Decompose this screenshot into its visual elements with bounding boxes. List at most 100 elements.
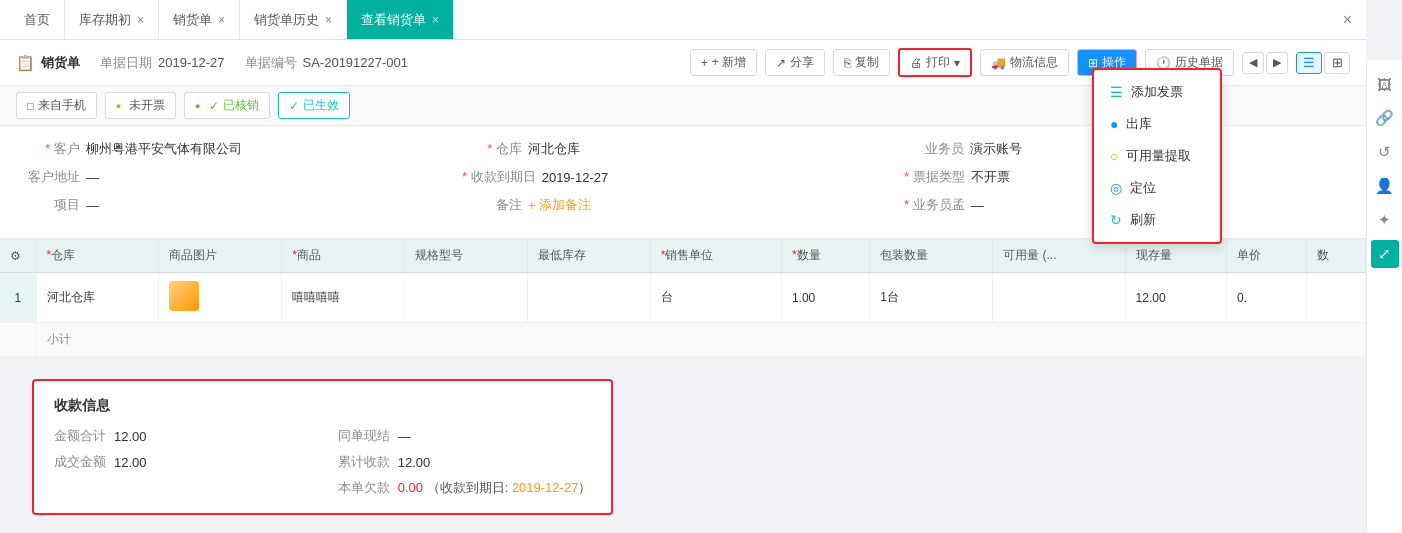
project-value: — <box>86 198 99 213</box>
payment-date-field: 收款到期日 2019-12-27 <box>462 168 904 186</box>
table-container: ⚙ *仓库 商品图片 *商品 规格型号 最低库存 *销售单位 *数量 包装数量 … <box>0 239 1366 357</box>
table-row: 1 河北仓库 嘻嘻嘻嘻 台 1.00 1台 12.00 0. <box>0 273 1366 323</box>
expand-sidebar-icon[interactable]: ⤢ <box>1371 240 1399 268</box>
close-view-sales[interactable]: × <box>432 13 439 27</box>
grid-view-btn[interactable]: ⊞ <box>1324 52 1350 74</box>
user-sidebar-icon[interactable]: 👤 <box>1371 172 1399 200</box>
note-field: 备注 + 添加备注 <box>462 196 904 214</box>
subtotal-row: 小计 <box>0 323 1366 357</box>
doc-number-meta: 单据编号 SA-20191227-001 <box>245 54 409 72</box>
available-qty-item[interactable]: ○ 可用量提取 <box>1094 140 1220 172</box>
row-unit: 台 <box>650 273 781 323</box>
new-icon: + <box>701 56 708 70</box>
cumulative-value: 12.00 <box>398 455 431 470</box>
mobile-icon: □ <box>27 100 34 112</box>
row-product: 嘻嘻嘻嘻 <box>282 273 405 323</box>
th-pack-qty: 包装数量 <box>870 239 993 273</box>
mobile-btn[interactable]: □ 来自手机 <box>16 92 97 119</box>
row-available <box>993 273 1125 323</box>
tab-inventory-init[interactable]: 库存期初 × <box>65 0 159 39</box>
copy-button[interactable]: ⎘ 复制 <box>833 49 890 76</box>
operation-dropdown: ☰ 添加发票 ● 出库 ○ 可用量提取 ◎ 定位 ↻ 刷新 <box>1092 68 1222 244</box>
tab-sales-order[interactable]: 销货单 × <box>159 0 240 39</box>
add-invoice-item[interactable]: ☰ 添加发票 <box>1094 76 1220 108</box>
add-invoice-icon: ☰ <box>1110 84 1123 100</box>
th-min-stock: 最低库存 <box>527 239 650 273</box>
tab-view-sales[interactable]: 查看销货单 × <box>347 0 454 39</box>
total-value: 12.00 <box>114 429 147 444</box>
payment-title: 收款信息 <box>54 397 591 415</box>
same-order-value: — <box>398 429 411 444</box>
transaction-value: 12.00 <box>114 455 147 470</box>
row-image <box>159 273 282 323</box>
tab-sales-history[interactable]: 销货单历史 × <box>240 0 347 39</box>
row-more <box>1307 273 1366 323</box>
effective-btn[interactable]: ✓ 已生效 <box>278 92 350 119</box>
th-settings: ⚙ <box>0 239 36 273</box>
close-inventory-init[interactable]: × <box>137 13 144 27</box>
unopened-btn[interactable]: 未开票 <box>105 92 176 119</box>
salesperson-label: 业务员孟 <box>904 196 965 214</box>
logistics-icon: 🚚 <box>991 56 1006 70</box>
locate-item[interactable]: ◎ 定位 <box>1094 172 1220 204</box>
project-field: 项目 — <box>20 196 462 214</box>
add-invoice-label: 添加发票 <box>1131 83 1183 101</box>
locate-label: 定位 <box>1130 179 1156 197</box>
row-warehouse: 河北仓库 <box>36 273 159 323</box>
effective-icon: ✓ <box>289 99 299 113</box>
link-sidebar-icon[interactable]: 🔗 <box>1371 104 1399 132</box>
th-model: 规格型号 <box>405 239 528 273</box>
cumulative-label: 累计收款 <box>338 453 390 471</box>
tab-home[interactable]: 首页 <box>10 0 65 39</box>
th-stock: 现存量 <box>1125 239 1226 273</box>
add-note-icon: + <box>528 198 536 213</box>
row-quantity: 1.00 <box>781 273 869 323</box>
close-sales-order[interactable]: × <box>218 13 225 27</box>
invoice-value: 不开票 <box>971 168 1010 186</box>
window-close-btn[interactable]: × <box>1343 11 1352 29</box>
project-label: 项目 <box>20 196 80 214</box>
table-header-row: ⚙ *仓库 商品图片 *商品 规格型号 最低库存 *销售单位 *数量 包装数量 … <box>0 239 1366 273</box>
available-qty-label: 可用量提取 <box>1126 147 1191 165</box>
locate-icon: ◎ <box>1110 180 1122 196</box>
refresh-item[interactable]: ↻ 刷新 <box>1094 204 1220 236</box>
th-quantity: *数量 <box>781 239 869 273</box>
list-view-btn[interactable]: ☰ <box>1296 52 1322 74</box>
share-icon: ↗ <box>776 56 786 70</box>
salesperson-value: — <box>971 198 984 213</box>
prev-arrow[interactable]: ◀ <box>1242 52 1264 74</box>
nav-arrows: ◀ ▶ <box>1242 52 1288 74</box>
sales-table: ⚙ *仓库 商品图片 *商品 规格型号 最低库存 *销售单位 *数量 包装数量 … <box>0 239 1366 357</box>
th-unit-price: 单价 <box>1227 239 1307 273</box>
view-toggle: ☰ ⊞ <box>1296 52 1350 74</box>
new-button[interactable]: + + 新增 <box>690 49 757 76</box>
product-image <box>169 281 199 311</box>
doc-date-label: 单据日期 <box>100 54 152 72</box>
refresh-label: 刷新 <box>1130 211 1156 229</box>
total-label: 金额合计 <box>54 427 106 445</box>
invoice-label: 票据类型 <box>904 168 965 186</box>
logistics-button[interactable]: 🚚 物流信息 <box>980 49 1069 76</box>
th-more: 数 <box>1307 239 1366 273</box>
tab-bar: 首页 库存期初 × 销货单 × 销货单历史 × 查看销货单 × × <box>0 0 1366 40</box>
same-order-label: 同单现结 <box>338 427 390 445</box>
address-field: 客户地址 — <box>20 168 462 186</box>
row-model <box>405 273 528 323</box>
due-date-text: （收款到期日: 2019-12-27） <box>427 480 592 495</box>
warehouse-field: 仓库 河北仓库 <box>462 140 904 158</box>
next-arrow[interactable]: ▶ <box>1266 52 1288 74</box>
share-button[interactable]: ↗ 分享 <box>765 49 825 76</box>
confirm-btn[interactable]: ✓ 已核销 <box>184 92 269 119</box>
row-min-stock <box>527 273 650 323</box>
doc-date-value: 2019-12-27 <box>158 55 225 70</box>
subtotal-label: 小计 <box>36 323 1366 357</box>
add-note-btn[interactable]: + 添加备注 <box>528 196 591 214</box>
image-sidebar-icon[interactable]: 🖼 <box>1371 70 1399 98</box>
doc-type-icon: 📋 <box>16 54 35 72</box>
close-sales-history[interactable]: × <box>325 13 332 27</box>
out-warehouse-item[interactable]: ● 出库 <box>1094 108 1220 140</box>
outstanding-label: 本单欠款 <box>338 479 390 497</box>
print-button[interactable]: 🖨 打印 ▾ <box>898 48 972 77</box>
refresh-sidebar-icon[interactable]: ↺ <box>1371 138 1399 166</box>
star-sidebar-icon[interactable]: ✦ <box>1371 206 1399 234</box>
